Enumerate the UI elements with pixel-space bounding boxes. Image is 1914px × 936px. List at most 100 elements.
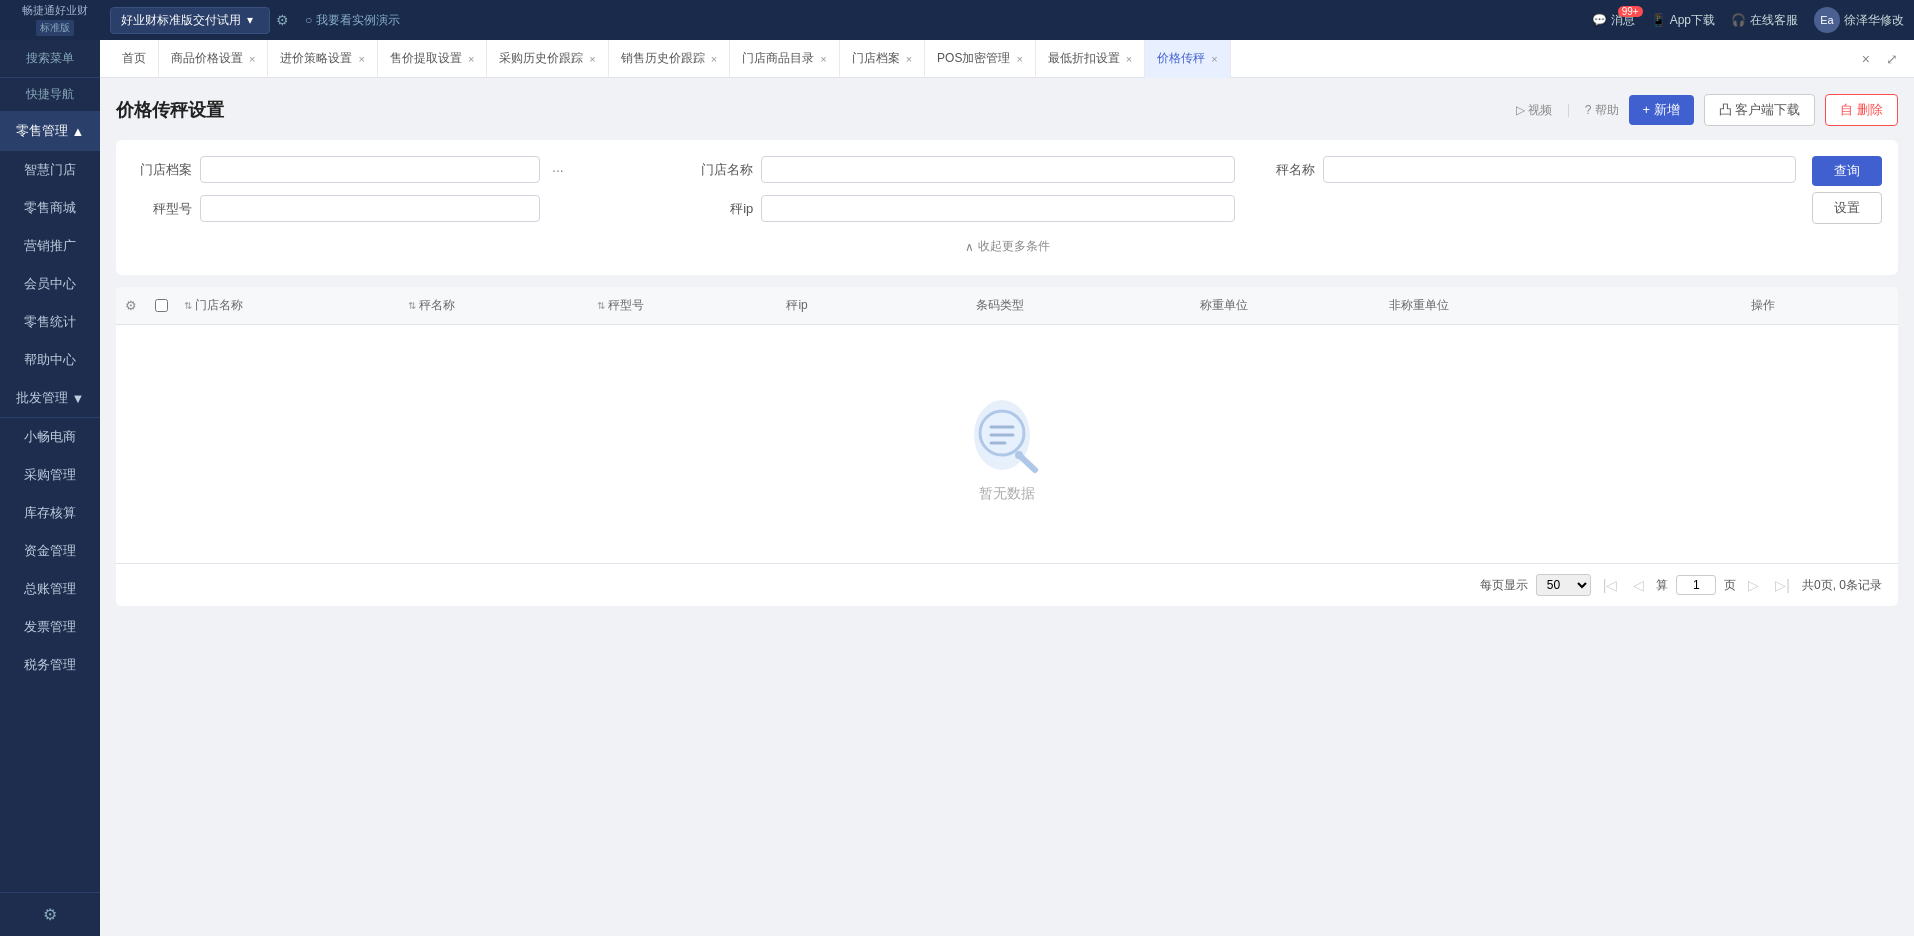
tab-home[interactable]: 首页 bbox=[110, 40, 159, 78]
tab-price-scale[interactable]: 价格传秤 × bbox=[1145, 40, 1230, 78]
close-tab-pos-encryption[interactable]: × bbox=[1016, 53, 1022, 65]
select-all-checkbox[interactable] bbox=[155, 299, 168, 312]
tab-store-catalog[interactable]: 门店商品目录 × bbox=[730, 40, 839, 78]
store-name-input[interactable] bbox=[761, 156, 1234, 183]
tab-pos-encryption[interactable]: POS加密管理 × bbox=[925, 40, 1036, 78]
sidebar-quick-nav[interactable]: 快捷导航 bbox=[0, 78, 100, 112]
scale-model-input[interactable] bbox=[200, 195, 540, 222]
chevron-up-icon: ▲ bbox=[72, 124, 85, 139]
tab-sale-extract[interactable]: 售价提取设置 × bbox=[378, 40, 487, 78]
close-tab-store-archive[interactable]: × bbox=[906, 53, 912, 65]
close-tab-sale-extract[interactable]: × bbox=[468, 53, 474, 65]
set-button[interactable]: 设置 bbox=[1812, 192, 1882, 224]
close-tab-purchase-history[interactable]: × bbox=[589, 53, 595, 65]
scale-model-field: 秤型号 bbox=[132, 195, 673, 222]
top-right-actions: 💬 消息 99+ 📱 App下载 🎧 在线客服 Ea 徐泽华修改 bbox=[1592, 7, 1904, 33]
circle-icon: ○ bbox=[305, 13, 312, 27]
per-page-select[interactable]: 10 20 50 100 bbox=[1536, 574, 1591, 596]
sidebar-retail-label: 零售管理 bbox=[16, 122, 68, 140]
help-link[interactable]: ? 帮助 bbox=[1585, 102, 1619, 119]
table-settings-col[interactable]: ⚙ bbox=[116, 287, 146, 324]
video-link[interactable]: ▷ 视频 bbox=[1516, 102, 1552, 119]
sidebar-item-smart-store[interactable]: 智慧门店 bbox=[0, 151, 100, 189]
pagination: 每页显示 10 20 50 100 |◁ ◁ 算 页 ▷ ▷| 共0页, 0条记… bbox=[116, 563, 1898, 606]
close-tab-price-scale[interactable]: × bbox=[1211, 53, 1217, 65]
sort-icon[interactable]: ⇅ bbox=[184, 300, 192, 311]
prev-page-btn[interactable]: ◁ bbox=[1629, 575, 1648, 595]
sidebar-item-general-ledger[interactable]: 总账管理 bbox=[0, 570, 100, 608]
empty-state: 暂无数据 bbox=[116, 325, 1898, 563]
sidebar-item-retail-mall[interactable]: 零售商城 bbox=[0, 189, 100, 227]
add-button[interactable]: + 新增 bbox=[1629, 95, 1694, 125]
demo-link[interactable]: ○ 我要看实例演示 bbox=[305, 12, 400, 29]
tab-purchase-history[interactable]: 采购历史价跟踪 × bbox=[487, 40, 608, 78]
sidebar-settings-icon[interactable]: ⚙ bbox=[43, 906, 57, 923]
mobile-icon: 📱 bbox=[1651, 13, 1666, 27]
close-tab-price-settings[interactable]: × bbox=[249, 53, 255, 65]
sidebar-search[interactable]: 搜索菜单 bbox=[0, 40, 100, 78]
first-page-btn[interactable]: |◁ bbox=[1599, 575, 1622, 595]
search-form: 门店档案 ··· 门店名称 秤名称 bbox=[116, 140, 1898, 275]
collapse-button[interactable]: ∧ 收起更多条件 bbox=[965, 238, 1050, 255]
scale-ip-label: 秤ip bbox=[693, 200, 753, 218]
question-icon: ? bbox=[1585, 103, 1592, 117]
store-archive-picker-btn[interactable]: ··· bbox=[548, 162, 568, 178]
chevron-down-icon: ▼ bbox=[72, 391, 85, 406]
sidebar-item-retail-management[interactable]: 零售管理 ▲ bbox=[0, 112, 100, 151]
th-store-name: ⇅ 门店名称 bbox=[176, 287, 400, 324]
user-menu[interactable]: Ea 徐泽华修改 bbox=[1814, 7, 1904, 33]
sidebar-item-marketing[interactable]: 营销推广 bbox=[0, 227, 100, 265]
message-button[interactable]: 💬 消息 99+ bbox=[1592, 12, 1635, 29]
sidebar-item-retail-stats[interactable]: 零售统计 bbox=[0, 303, 100, 341]
page-content: 价格传秤设置 ▷ 视频 ｜ ? 帮助 + 新增 凸 客户端下载 自 删除 bbox=[100, 78, 1914, 936]
tab-min-discount[interactable]: 最低折扣设置 × bbox=[1036, 40, 1145, 78]
table-header: ⚙ ⇅ 门店名称 ⇅ 秤名称 ⇅ 秤型号 bbox=[116, 287, 1898, 325]
sidebar-item-capital[interactable]: 资金管理 bbox=[0, 532, 100, 570]
store-archive-input[interactable] bbox=[200, 156, 540, 183]
sort-icon-model[interactable]: ⇅ bbox=[597, 300, 605, 311]
query-button[interactable]: 查询 bbox=[1812, 156, 1882, 186]
th-non-weight-unit: 非称重单位 bbox=[1381, 287, 1744, 324]
content-area: 首页 商品价格设置 × 进价策略设置 × 售价提取设置 × 采购历史价跟踪 × … bbox=[100, 40, 1914, 936]
sort-icon-scale[interactable]: ⇅ bbox=[408, 300, 416, 311]
avatar: Ea bbox=[1814, 7, 1840, 33]
last-page-btn[interactable]: ▷| bbox=[1771, 575, 1794, 595]
settings-button[interactable]: ⚙ bbox=[276, 12, 289, 28]
sidebar-item-membership[interactable]: 会员中心 bbox=[0, 265, 100, 303]
close-tab-purchase-strategy[interactable]: × bbox=[358, 53, 364, 65]
sidebar-item-procurement[interactable]: 采购管理 bbox=[0, 456, 100, 494]
next-page-btn[interactable]: ▷ bbox=[1744, 575, 1763, 595]
scale-name-input[interactable] bbox=[1323, 156, 1796, 183]
expand-tab-btn[interactable]: ⤢ bbox=[1880, 49, 1904, 69]
close-tab-sales-history[interactable]: × bbox=[711, 53, 717, 65]
sidebar-item-help-center[interactable]: 帮助中心 bbox=[0, 341, 100, 379]
store-archive-field: 门店档案 ··· bbox=[132, 156, 673, 183]
collapse-row: ∧ 收起更多条件 bbox=[132, 234, 1882, 259]
tab-store-archive[interactable]: 门店档案 × bbox=[840, 40, 925, 78]
online-service-button[interactable]: 🎧 在线客服 bbox=[1731, 12, 1798, 29]
page-header: 价格传秤设置 ▷ 视频 ｜ ? 帮助 + 新增 凸 客户端下载 自 删除 bbox=[116, 94, 1898, 126]
sidebar-item-tax[interactable]: 税务管理 bbox=[0, 646, 100, 684]
store-name-label: 门店名称 bbox=[693, 161, 753, 179]
page-input[interactable] bbox=[1676, 575, 1716, 595]
close-tab-min-discount[interactable]: × bbox=[1126, 53, 1132, 65]
sidebar-item-inventory[interactable]: 库存核算 bbox=[0, 494, 100, 532]
download-button[interactable]: 凸 客户端下载 bbox=[1704, 94, 1816, 126]
total-records: 共0页, 0条记录 bbox=[1802, 577, 1882, 594]
close-tab-btn[interactable]: × bbox=[1856, 49, 1876, 69]
close-tab-store-catalog[interactable]: × bbox=[820, 53, 826, 65]
collapse-up-icon: ∧ bbox=[965, 240, 974, 254]
sidebar-item-invoice[interactable]: 发票管理 bbox=[0, 608, 100, 646]
scale-ip-input[interactable] bbox=[761, 195, 1234, 222]
delete-button[interactable]: 自 删除 bbox=[1825, 94, 1898, 126]
message-icon: 💬 bbox=[1592, 13, 1607, 27]
product-selector[interactable]: 好业财标准版交付试用 ▾ bbox=[110, 7, 270, 34]
tab-purchase-strategy[interactable]: 进价策略设置 × bbox=[268, 40, 377, 78]
tab-sales-history[interactable]: 销售历史价跟踪 × bbox=[609, 40, 730, 78]
sidebar-item-wholesale-management[interactable]: 批发管理 ▼ bbox=[0, 379, 100, 418]
tab-price-settings[interactable]: 商品价格设置 × bbox=[159, 40, 268, 78]
sidebar-item-xiaochang-ecommerce[interactable]: 小畅电商 bbox=[0, 418, 100, 456]
app-download-button[interactable]: 📱 App下载 bbox=[1651, 12, 1715, 29]
tab-bar: 首页 商品价格设置 × 进价策略设置 × 售价提取设置 × 采购历史价跟踪 × … bbox=[100, 40, 1914, 78]
sidebar-footer: ⚙ bbox=[0, 892, 100, 936]
